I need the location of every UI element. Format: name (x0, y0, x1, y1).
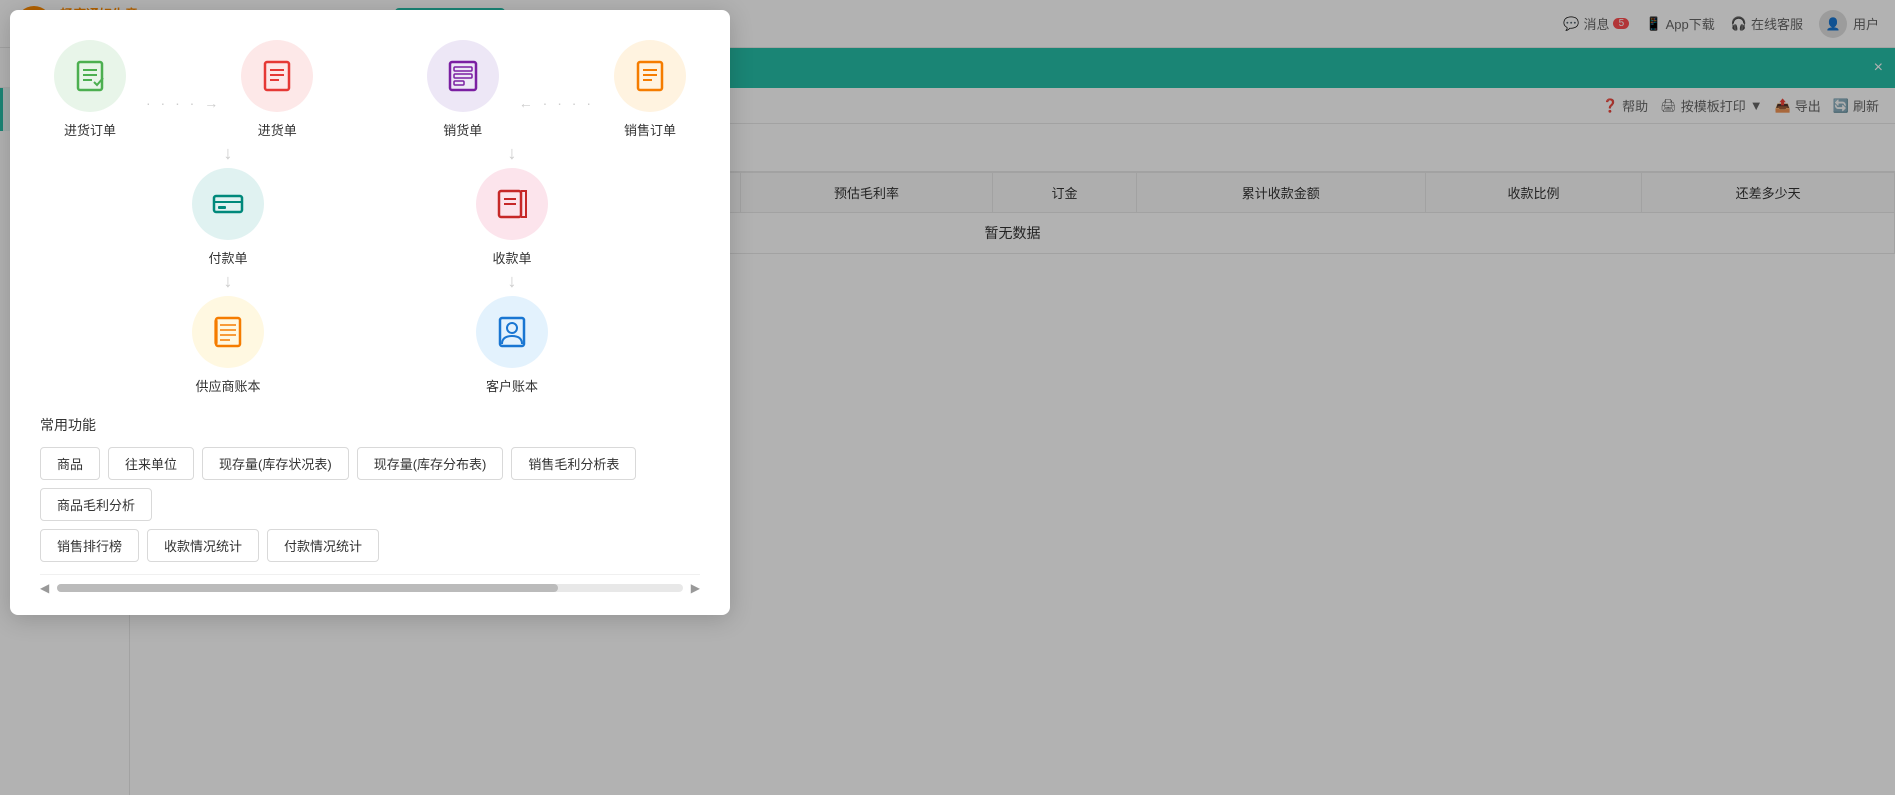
flow-node-purchase-bill[interactable]: 进货单 (227, 48, 327, 139)
arrow-down-payment: ↓ (178, 267, 278, 296)
common-functions-title: 常用功能 (130, 415, 700, 435)
func-btn-sales-rank[interactable]: 销售排行榜 (130, 529, 139, 562)
spacer1 (130, 139, 140, 168)
sales-bill-icon (427, 48, 499, 112)
func-btn-receipt-stats[interactable]: 收款情况统计 (147, 529, 259, 562)
modal-overlay[interactable]: 进货订单 · · · · → 进货单 (130, 48, 1895, 795)
scroll-right-icon[interactable]: ▶ (691, 581, 700, 595)
scroll-thumb[interactable] (130, 584, 558, 592)
flow-node-sales-bill[interactable]: 销货单 (413, 48, 513, 139)
payment-icon (192, 168, 264, 240)
purchase-bill-icon (241, 48, 313, 112)
customer-ledger-label: 客户账本 (486, 376, 538, 395)
spacer14 (566, 267, 596, 296)
flow-row-2: 付款单 收款单 (130, 168, 700, 267)
sales-order-icon (614, 48, 686, 112)
func-btn-stock-status[interactable]: 现存量(库存状况表) (202, 447, 349, 480)
arrow-down-sales: ↓ (462, 139, 562, 168)
payment-label: 付款单 (208, 248, 247, 267)
func-btn-goods-profit[interactable]: 商品毛利分析 (130, 488, 152, 521)
purchase-bill-label: 进货单 (258, 120, 297, 139)
customer-ledger-icon (476, 296, 548, 368)
arrow-sales-order-to-bill: ← · · · · (519, 95, 594, 139)
sales-order-label: 销售订单 (624, 120, 676, 139)
func-buttons-row2: 销售排行榜 收款情况统计 付款情况统计 (130, 529, 700, 562)
spacer4 (566, 139, 596, 168)
func-buttons-row1: 商品 往来单位 现存量(库存状况表) 现存量(库存分布表) 销售毛利分析表 商品… (130, 447, 700, 521)
flow-node-payment[interactable]: 付款单 (178, 168, 278, 267)
func-btn-payment-stats[interactable]: 付款情况统计 (267, 529, 379, 562)
arrow-purchase-order-to-bill: · · · · → (146, 95, 221, 139)
spacer2 (144, 139, 174, 168)
func-btn-sales-profit[interactable]: 销售毛利分析表 (511, 447, 636, 480)
receipt-icon (476, 168, 548, 240)
flow-node-supplier-ledger[interactable]: 供应商账本 (178, 296, 278, 395)
flow-node-purchase-order[interactable]: 进货订单 (130, 48, 140, 139)
flow-row-arrows-down2: ↓ ↓ (130, 267, 700, 296)
scroll-track[interactable] (130, 584, 683, 592)
receipt-label: 收款单 (492, 248, 531, 267)
spacer3 (282, 139, 458, 168)
flow-row-3: 供应商账本 客户账本 (130, 296, 700, 395)
sales-bill-label: 销货单 (443, 120, 482, 139)
flow-diagram-modal: 进货订单 · · · · → 进货单 (130, 48, 730, 615)
arrow-down-receipt: ↓ (462, 267, 562, 296)
spacer13 (282, 267, 458, 296)
main-area: 🔍 搜索菜单 🏠 快捷导航 📢 营销推广 🛒 销售管理 📦 采购管理 🗃 (0, 48, 1895, 795)
modal-scrollbar[interactable]: ◀ ▶ (130, 574, 700, 595)
spacer12 (144, 267, 174, 296)
flow-row-1: 进货订单 · · · · → 进货单 (130, 48, 700, 139)
common-functions-section: 常用功能 商品 往来单位 现存量(库存状况表) 现存量(库存分布表) 销售毛利分… (130, 415, 700, 562)
flow-node-customer-ledger[interactable]: 客户账本 (462, 296, 562, 395)
flow-node-sales-order[interactable]: 销售订单 (600, 48, 700, 139)
flow-row-arrows-down: ↓ ↓ (130, 139, 700, 168)
spacer15 (600, 267, 700, 296)
func-btn-stock-dist[interactable]: 现存量(库存分布表) (357, 447, 504, 480)
spacer11 (130, 267, 140, 296)
spacer5 (600, 139, 700, 168)
flow-node-receipt[interactable]: 收款单 (462, 168, 562, 267)
arrow-down-purchase: ↓ (178, 139, 278, 168)
supplier-ledger-label: 供应商账本 (195, 376, 260, 395)
supplier-ledger-icon (192, 296, 264, 368)
content-area: 首页 销售订单执行表 × × ❓ 帮助 (130, 48, 1895, 795)
func-btn-partner[interactable]: 往来单位 (130, 447, 194, 480)
flow-diagram: 进货订单 · · · · → 进货单 (130, 48, 700, 395)
